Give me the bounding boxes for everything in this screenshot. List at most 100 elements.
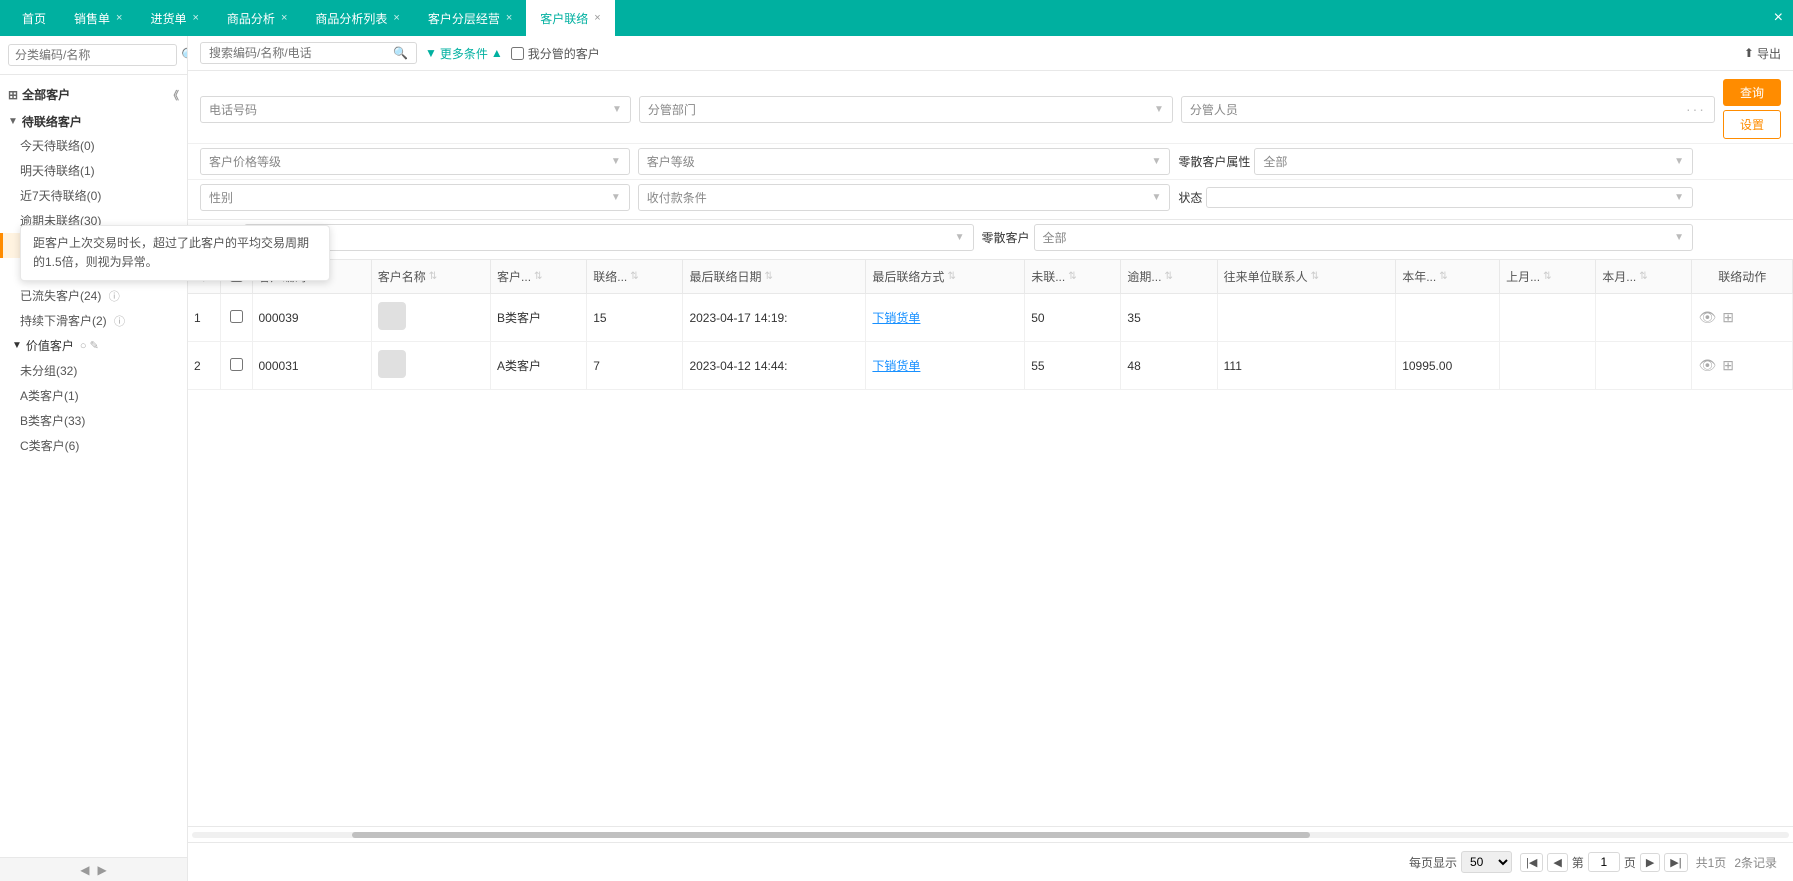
nav-item-product-list[interactable]: 商品分析列表 × xyxy=(301,0,413,36)
sidebar-item-tomorrow[interactable]: 明天待联络(1) xyxy=(0,158,187,183)
sidebar-item-churned[interactable]: 已流失客户(24) ⓘ xyxy=(0,283,187,308)
retail-customer-select[interactable]: 全部 ▼ xyxy=(1034,224,1693,251)
my-customer-checkbox[interactable] xyxy=(511,47,524,60)
waiting-group[interactable]: ▼ 待联络客户 xyxy=(0,108,187,133)
sidebar-tree: ⊞ 全部客户 《 ▼ 待联络客户 今天待联络(0) 明天待联络(1) 近7天待联… xyxy=(0,75,187,857)
th-this-month: 本月...⇅ xyxy=(1596,260,1692,294)
chevron-down-icon: ▼ xyxy=(1674,232,1684,243)
sort-icon[interactable]: ⇅ xyxy=(1543,271,1551,282)
close-icon[interactable]: × xyxy=(192,12,198,24)
sidebar-item-b-class[interactable]: B类客户(33) xyxy=(0,408,187,433)
nav-item-customer-segment[interactable]: 客户分层经营 × xyxy=(414,0,526,36)
manager-filter[interactable]: 分管人员 ··· xyxy=(1181,96,1715,123)
sort-icon[interactable]: ⇅ xyxy=(1639,271,1647,282)
close-icon[interactable]: × xyxy=(116,12,122,24)
category-search-input[interactable] xyxy=(8,44,177,66)
sort-icon[interactable]: ⇅ xyxy=(1439,271,1447,282)
last-method-link[interactable]: 下销货单 xyxy=(872,311,920,325)
prev-page-button[interactable]: ◀ xyxy=(1547,853,1567,872)
page-input[interactable] xyxy=(1588,852,1620,872)
last-page-button[interactable]: ▶| xyxy=(1664,853,1687,872)
row-last-date: 2023-04-12 14:44: xyxy=(683,342,866,390)
row-index: 2 xyxy=(188,342,220,390)
status-select[interactable]: ▼ xyxy=(1206,187,1693,208)
value-group[interactable]: ▼ 价值客户 ○ ✎ xyxy=(0,333,187,358)
scroll-thumb[interactable] xyxy=(352,832,1310,838)
all-customers-node[interactable]: ⊞ 全部客户 《 xyxy=(0,81,187,108)
phone-filter[interactable]: 电话号码 ▼ xyxy=(200,96,631,123)
payment-filter[interactable]: 收付款条件 ▼ xyxy=(638,184,1171,211)
close-icon[interactable]: × xyxy=(281,12,287,24)
retail-attr-select[interactable]: 全部 ▼ xyxy=(1254,148,1693,175)
price-level-filter[interactable]: 客户价格等级 ▼ xyxy=(200,148,630,175)
view-icon[interactable]: 👁 xyxy=(1698,309,1716,326)
scroll-track[interactable] xyxy=(192,832,1789,838)
row-checkbox[interactable] xyxy=(230,310,243,323)
page-nav: |◀ ◀ 第 页 ▶ ▶| xyxy=(1520,852,1688,872)
row-checkbox[interactable] xyxy=(230,358,243,371)
expand-icon: ▼ xyxy=(8,116,18,127)
sort-icon[interactable]: ⇅ xyxy=(534,271,542,282)
row-last-method: 下销货单 xyxy=(866,342,1025,390)
last-method-link[interactable]: 下销货单 xyxy=(872,359,920,373)
nav-item-product-analysis[interactable]: 商品分析 × xyxy=(213,0,301,36)
row-uncontacted: 55 xyxy=(1025,342,1121,390)
edit-icon[interactable]: ○ ✎ xyxy=(80,339,99,352)
export-icon: ⬆ xyxy=(1744,46,1754,60)
sort-icon[interactable]: ⇅ xyxy=(764,271,772,282)
nav-item-sales[interactable]: 销售单 × xyxy=(60,0,136,36)
search-input[interactable] xyxy=(209,46,389,60)
nav-item-customer-contact[interactable]: 客户联络 × xyxy=(526,0,614,36)
sidebar-item-c-class[interactable]: C类客户(6) xyxy=(0,433,187,458)
sidebar-item-a-class[interactable]: A类客户(1) xyxy=(0,383,187,408)
view-icon[interactable]: 👁 xyxy=(1698,357,1716,374)
edit-icon[interactable]: ⊞ xyxy=(1722,309,1734,326)
grid-icon: ⊞ xyxy=(8,88,18,102)
search-icon[interactable]: 🔍 xyxy=(393,46,408,60)
row-last-month xyxy=(1500,294,1596,342)
row-unit-contacts xyxy=(1217,294,1396,342)
dept-filter[interactable]: 分管部门 ▼ xyxy=(639,96,1173,123)
th-last-method: 最后联络方式⇅ xyxy=(866,260,1025,294)
sidebar-item-ungroup[interactable]: 未分组(32) xyxy=(0,358,187,383)
sort-icon[interactable]: ⇅ xyxy=(947,271,955,282)
chevron-down-icon: ▼ xyxy=(955,232,965,243)
horizontal-scrollbar[interactable] xyxy=(188,826,1793,842)
sort-icon[interactable]: ⇅ xyxy=(1068,271,1076,282)
sort-icon[interactable]: ⇅ xyxy=(630,271,638,282)
first-page-button[interactable]: |◀ xyxy=(1520,853,1543,872)
settings-button[interactable]: 设置 xyxy=(1723,110,1781,139)
collapse-icon[interactable]: 《 xyxy=(168,87,179,103)
info-icon: ⓘ xyxy=(114,316,125,328)
next-page-icon[interactable]: ▶ xyxy=(98,863,107,877)
row-this-month xyxy=(1596,294,1692,342)
more-filter-button[interactable]: ▼ 更多条件 ▲ xyxy=(425,45,503,62)
nav-item-purchase[interactable]: 进货单 × xyxy=(136,0,212,36)
query-button[interactable]: 查询 xyxy=(1723,79,1781,106)
sort-icon[interactable]: ⇅ xyxy=(429,271,437,282)
per-page-select[interactable]: 50 20 100 xyxy=(1461,851,1512,873)
row-name xyxy=(371,294,490,342)
status-filter-area: 状态 ▼ xyxy=(1178,187,1693,208)
sidebar-item-declining[interactable]: 持续下滑客户(2) ⓘ xyxy=(0,308,187,333)
close-icon[interactable]: × xyxy=(393,12,399,24)
export-button[interactable]: ⬆ 导出 xyxy=(1744,45,1781,62)
edit-icon[interactable]: ⊞ xyxy=(1722,357,1734,374)
my-customer-checkbox-area: 我分管的客户 xyxy=(511,45,600,62)
search-icon[interactable]: 🔍 xyxy=(181,47,188,64)
sidebar-item-today[interactable]: 今天待联络(0) xyxy=(0,133,187,158)
close-icon[interactable]: × xyxy=(506,12,512,24)
prev-page-icon[interactable]: ◀ xyxy=(80,863,89,877)
next-page-button[interactable]: ▶ xyxy=(1640,853,1660,872)
customer-level-filter[interactable]: 客户等级 ▼ xyxy=(638,148,1171,175)
nav-item-home[interactable]: 首页 xyxy=(8,0,60,36)
sort-icon[interactable]: ⇅ xyxy=(1164,271,1172,282)
filter-row-1: 电话号码 ▼ 分管部门 ▼ 分管人员 ··· 查询 设置 xyxy=(188,71,1793,144)
sort-icon[interactable]: ⇅ xyxy=(1311,271,1319,282)
customer-type-filter[interactable]: 客户类型 ▼ xyxy=(244,224,974,251)
sidebar-item-7days[interactable]: 近7天待联络(0) xyxy=(0,183,187,208)
close-all-button[interactable]: × xyxy=(1774,9,1783,27)
close-icon[interactable]: × xyxy=(594,12,600,24)
customer-table: ⚙ 客户编码⇅ 客户名称⇅ 客户...⇅ xyxy=(188,260,1793,390)
gender-filter[interactable]: 性别 ▼ xyxy=(200,184,630,211)
